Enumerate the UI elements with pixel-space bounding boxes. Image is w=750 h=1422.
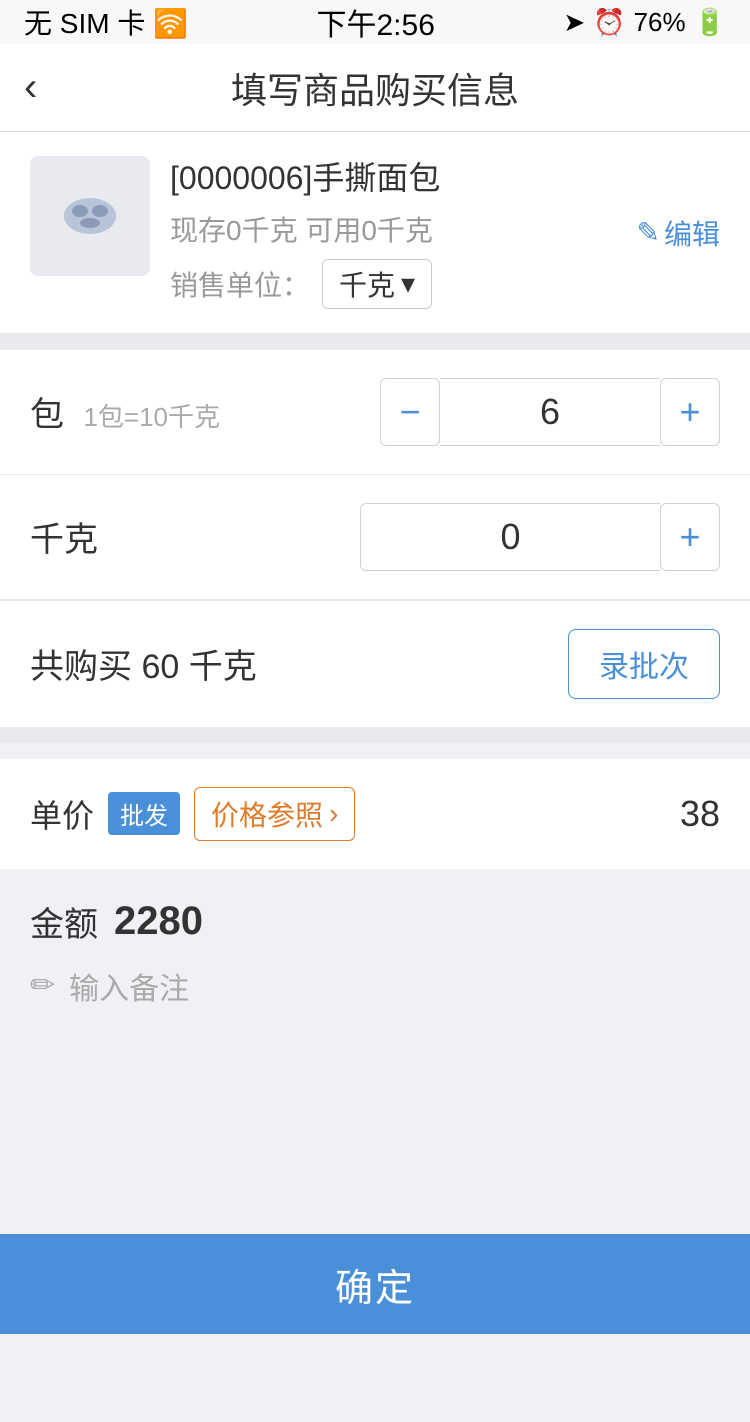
price-section: 单价 批发 价格参照 › 38 (0, 759, 750, 869)
remark-row[interactable]: ✏ 输入备注 (30, 964, 720, 1008)
bao-quantity-control: − + (380, 378, 720, 446)
amount-row: 金额 2280 (30, 897, 720, 946)
edit-label: 编辑 (664, 213, 720, 253)
unit-select[interactable]: 千克 ▾ (322, 259, 432, 309)
edit-button[interactable]: ✎ 编辑 (637, 213, 720, 253)
alarm-icon: ⏰ (593, 7, 625, 38)
bao-quantity-input[interactable] (440, 378, 660, 446)
price-ref-label: 价格参照 (211, 794, 323, 834)
price-label: 单价 (30, 791, 94, 837)
qianke-increment-button[interactable]: + (660, 503, 720, 571)
product-name: [0000006]手撕面包 (170, 156, 720, 201)
qianke-quantity-input[interactable] (360, 503, 660, 571)
status-time: 下午2:56 (317, 0, 435, 44)
unit-label: 销售单位： (170, 264, 310, 304)
total-text: 共购买 60 千克 (30, 639, 257, 688)
status-bar: 无 SIM 卡 🛜 下午2:56 ➤ ⏰ 76% 🔋 (0, 0, 750, 44)
unit-chevron-icon: ▾ (401, 267, 415, 300)
confirm-button[interactable]: 确定 (0, 1234, 750, 1334)
nav-bar: ‹ 填写商品购买信息 (0, 44, 750, 132)
unit-value: 千克 (339, 264, 395, 304)
product-card: [0000006]手撕面包 现存0千克 可用0千克 销售单位： 千克 ▾ ✎ 编… (0, 132, 750, 334)
qianke-label: 千克 (30, 512, 360, 561)
remark-placeholder: 输入备注 (69, 964, 189, 1008)
record-batch-button[interactable]: 录批次 (568, 629, 720, 699)
status-left: 无 SIM 卡 🛜 (24, 2, 188, 42)
back-button[interactable]: ‹ (24, 65, 37, 110)
amount-label: 金额 (30, 897, 98, 946)
page-title: 填写商品购买信息 (231, 62, 519, 114)
section-divider-1 (0, 334, 750, 350)
bao-increment-button[interactable]: + (660, 378, 720, 446)
status-right: ➤ ⏰ 76% 🔋 (563, 7, 726, 38)
price-reference-button[interactable]: 价格参照 › (194, 787, 355, 841)
bao-decrement-button[interactable]: − (380, 378, 440, 446)
location-icon: ➤ (563, 7, 585, 38)
product-thumbnail (30, 156, 150, 276)
battery-level: 76% (634, 7, 686, 38)
qianke-quantity-control: + (360, 503, 720, 571)
edit-icon: ✎ (637, 216, 660, 249)
price-value: 38 (680, 793, 720, 835)
pencil-icon: ✏ (30, 968, 55, 1003)
product-unit-row: 销售单位： 千克 ▾ (170, 259, 720, 309)
battery-icon: 🔋 (694, 7, 726, 38)
total-row: 共购买 60 千克 录批次 (0, 600, 750, 727)
bao-label: 包 1包=10千克 (30, 387, 380, 436)
price-tag-badge: 批发 (108, 792, 180, 835)
sim-status: 无 SIM 卡 🛜 (24, 2, 188, 42)
amount-value: 2280 (114, 899, 203, 944)
input-section: 包 1包=10千克 − + 千克 + 共购买 60 千克 录批次 (0, 350, 750, 727)
bao-sublabel: 1包=10千克 (83, 402, 220, 432)
qianke-row: 千克 + (0, 475, 750, 600)
amount-section: 金额 2280 ✏ 输入备注 (0, 869, 750, 1022)
section-divider-2 (0, 727, 750, 743)
bao-row: 包 1包=10千克 − + (0, 350, 750, 475)
price-ref-chevron-icon: › (329, 798, 338, 830)
